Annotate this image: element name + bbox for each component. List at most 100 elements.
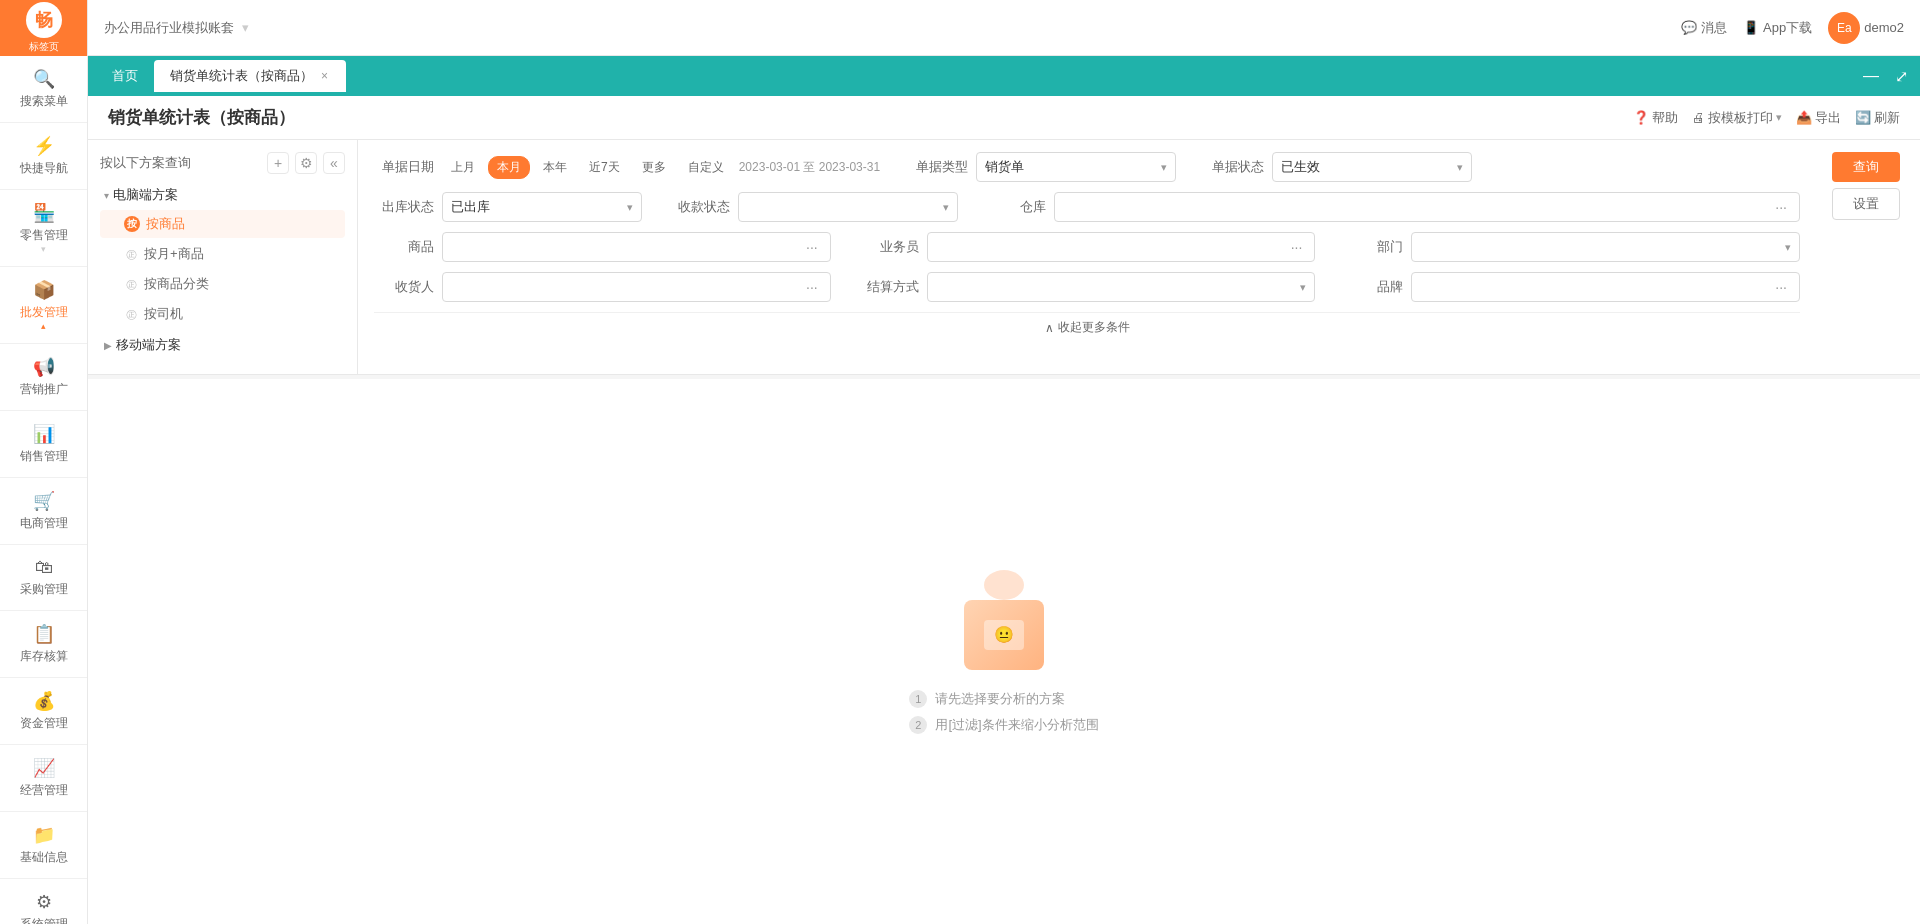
sidebar-item-basic[interactable]: 📁 基础信息 — [0, 812, 87, 879]
doc-type-select[interactable]: 销货单 ▾ — [976, 152, 1176, 182]
tab-minimize-icon[interactable]: — — [1859, 63, 1883, 90]
date-this-month-btn[interactable]: 本月 — [488, 156, 530, 179]
salesperson-select[interactable]: ··· — [927, 232, 1316, 262]
sidebar-item-retail[interactable]: 🏪 零售管理 ▾ — [0, 190, 87, 267]
edit-scheme-btn[interactable]: ⚙ — [295, 152, 317, 174]
add-icon: + — [274, 155, 282, 171]
collapse-up-icon: ∧ — [1045, 321, 1054, 335]
payment-status-label: 收款状态 — [670, 198, 730, 216]
recipient-select[interactable]: ··· — [442, 272, 831, 302]
collapse-icon: « — [330, 155, 338, 171]
doc-status-value: 已生效 — [1281, 158, 1320, 176]
sidebar-item-inventory-label: 库存核算 — [20, 648, 68, 665]
edit-icon: ⚙ — [300, 155, 313, 171]
tab-home[interactable]: 首页 — [96, 60, 154, 92]
doc-status-arrow-icon: ▾ — [1457, 161, 1463, 174]
add-scheme-btn[interactable]: + — [267, 152, 289, 174]
finance-icon: 💰 — [33, 690, 55, 712]
export-label: 导出 — [1815, 109, 1841, 127]
recipient-dots-icon[interactable]: ··· — [802, 279, 822, 295]
date-this-year-btn[interactable]: 本年 — [534, 156, 576, 179]
breadcrumb-separator: ▾ — [242, 20, 249, 35]
sidebar-item-search[interactable]: 🔍 搜索菜单 — [0, 56, 87, 123]
payment-status-select[interactable]: ▾ — [738, 192, 958, 222]
sidebar-item-marketing[interactable]: 📢 营销推广 — [0, 344, 87, 411]
warehouse-status-arrow-icon: ▾ — [627, 201, 633, 214]
warehouse-status-value: 已出库 — [451, 198, 490, 216]
tab-active[interactable]: 销货单统计表（按商品） × — [154, 60, 346, 92]
messages-label: 消息 — [1701, 19, 1727, 37]
settlement-select[interactable]: ▾ — [927, 272, 1316, 302]
sidebar-item-basic-label: 基础信息 — [20, 849, 68, 866]
sidebar-item-wholesale[interactable]: 📦 批发管理 ▴ — [0, 267, 87, 344]
app-logo-icon: 畅 — [26, 2, 62, 38]
doc-type-label: 单据类型 — [908, 158, 968, 176]
empty-tip-1: 1 请先选择要分析的方案 — [909, 690, 1098, 708]
doc-status-select[interactable]: 已生效 ▾ — [1272, 152, 1472, 182]
sidebar-logo[interactable]: 畅 标签页 — [0, 0, 87, 56]
doc-type-value: 销货单 — [985, 158, 1024, 176]
department-select[interactable]: ▾ — [1411, 232, 1800, 262]
refresh-label: 刷新 — [1874, 109, 1900, 127]
messages-btn[interactable]: 💬 消息 — [1681, 19, 1727, 37]
brand-select[interactable]: ··· — [1411, 272, 1800, 302]
page-header: 销货单统计表（按商品） ❓ 帮助 🖨 按模板打印 ▾ 📤 导出 🔄 刷新 — [88, 96, 1920, 140]
date-last7-btn[interactable]: 近7天 — [580, 156, 629, 179]
left-panel-icons: + ⚙ « — [267, 152, 345, 174]
tab-close-icon[interactable]: × — [319, 67, 330, 85]
wholesale-icon: 📦 — [33, 279, 55, 301]
tree-item-by-driver[interactable]: ㊣ 按司机 — [100, 300, 345, 328]
sidebar-item-purchase[interactable]: 🛍 采购管理 — [0, 545, 87, 611]
brand-dots-icon[interactable]: ··· — [1771, 279, 1791, 295]
sidebar-item-quicknav-label: 快捷导航 — [20, 160, 68, 177]
print-icon: 🖨 — [1692, 110, 1705, 125]
sidebar-item-finance[interactable]: 💰 资金管理 — [0, 678, 87, 745]
print-dropdown-icon[interactable]: ▾ — [1776, 111, 1782, 124]
warehouse-select[interactable]: ··· — [1054, 192, 1800, 222]
product-dots-icon[interactable]: ··· — [802, 239, 822, 255]
tree-group-mobile-header[interactable]: ▶ 移动端方案 — [100, 332, 345, 358]
settings-button[interactable]: 设置 — [1832, 188, 1900, 220]
sidebar-item-system[interactable]: ⚙ 系统管理 — [0, 879, 87, 924]
tab-maximize-icon[interactable]: ⤢ — [1891, 63, 1912, 90]
date-custom-btn[interactable]: 自定义 — [679, 156, 733, 179]
sidebar-item-operations[interactable]: 📈 经营管理 — [0, 745, 87, 812]
tree-item-by-product[interactable]: 按 按商品 — [100, 210, 345, 238]
tree-group-desktop-header[interactable]: ▾ 电脑端方案 — [100, 182, 345, 208]
warehouse-dots-icon[interactable]: ··· — [1771, 199, 1791, 215]
sidebar-item-sales[interactable]: 📊 销售管理 — [0, 411, 87, 478]
doc-type-arrow-icon: ▾ — [1161, 161, 1167, 174]
query-actions: 查询 设置 — [1832, 152, 1900, 220]
print-btn[interactable]: 🖨 按模板打印 ▾ — [1692, 109, 1782, 127]
sidebar: 畅 标签页 🔍 搜索菜单 ⚡ 快捷导航 🏪 零售管理 ▾ 📦 批发管理 ▴ 📢 … — [0, 0, 88, 924]
retail-icon: 🏪 — [33, 202, 55, 224]
product-select[interactable]: ··· — [442, 232, 831, 262]
export-btn[interactable]: 📤 导出 — [1796, 109, 1841, 127]
help-label: 帮助 — [1652, 109, 1678, 127]
sidebar-item-ecommerce[interactable]: 🛒 电商管理 — [0, 478, 87, 545]
user-profile-btn[interactable]: Ea demo2 — [1828, 12, 1904, 44]
tree-group-desktop-label: 电脑端方案 — [113, 186, 178, 204]
tip1-number: 1 — [909, 690, 927, 708]
retail-arrow-icon: ▾ — [41, 244, 46, 254]
collapse-panel-btn[interactable]: « — [323, 152, 345, 174]
department-label: 部门 — [1343, 238, 1403, 256]
query-button[interactable]: 查询 — [1832, 152, 1900, 182]
sidebar-item-quicknav[interactable]: ⚡ 快捷导航 — [0, 123, 87, 190]
collapse-filter-btn[interactable]: ∧ 收起更多条件 — [374, 312, 1800, 342]
warehouse-label: 仓库 — [986, 198, 1046, 216]
message-icon: 💬 — [1681, 20, 1697, 35]
export-icon: 📤 — [1796, 110, 1812, 125]
date-more-btn[interactable]: 更多 — [633, 156, 675, 179]
refresh-btn[interactable]: 🔄 刷新 — [1855, 109, 1900, 127]
help-btn[interactable]: ❓ 帮助 — [1633, 109, 1678, 127]
warehouse-status-select[interactable]: 已出库 ▾ — [442, 192, 642, 222]
app-download-btn[interactable]: 📱 App下载 — [1743, 19, 1812, 37]
left-panel-header: 按以下方案查询 + ⚙ « — [100, 152, 345, 174]
date-last-month-btn[interactable]: 上月 — [442, 156, 484, 179]
tree-item-by-category[interactable]: ㊣ 按商品分类 — [100, 270, 345, 298]
salesperson-dots-icon[interactable]: ··· — [1287, 239, 1307, 255]
username-label: demo2 — [1864, 20, 1904, 35]
sidebar-item-inventory[interactable]: 📋 库存核算 — [0, 611, 87, 678]
tree-item-by-month-product[interactable]: ㊣ 按月+商品 — [100, 240, 345, 268]
